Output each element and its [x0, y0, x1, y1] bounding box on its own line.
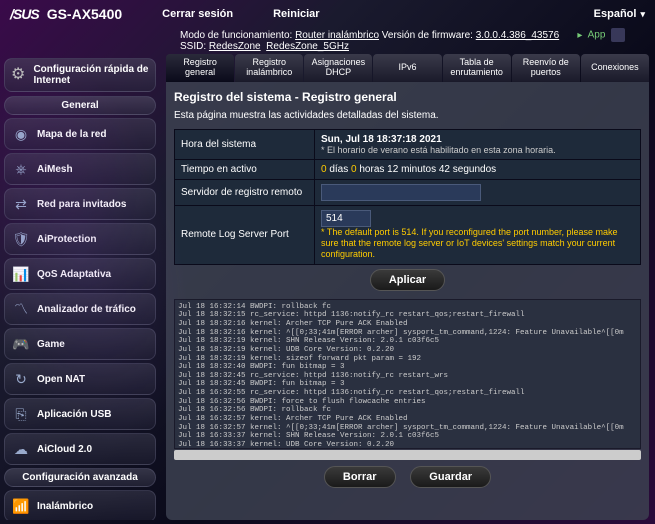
gear-globe-icon: ⚙ [11, 64, 27, 86]
tab-registro-general[interactable]: Registro general [166, 54, 234, 82]
sidebar-item-open-nat[interactable]: ↻ Open NAT [4, 363, 156, 395]
remote-port-note: * The default port is 514. If you reconf… [321, 227, 618, 259]
sidebar-label: AiMesh [37, 164, 73, 175]
fw-link[interactable]: 3.0.0.4.386_43576 [476, 30, 559, 41]
sidebar-label: AiCloud 2.0 [37, 444, 92, 455]
apply-button[interactable]: Aplicar [370, 269, 445, 291]
tab-tabla-de-enrutamiento[interactable]: Tabla de enrutamiento [443, 54, 511, 82]
ssid-label: SSID: [180, 41, 206, 52]
sidebar-icon: 🛡 [11, 229, 31, 249]
sidebar-item-aimesh[interactable]: ⎈ AiMesh [4, 153, 156, 185]
sidebar-label: Red para invitados [37, 199, 126, 210]
sidebar-item-aplicaci-n-usb[interactable]: ⎘ Aplicación USB [4, 398, 156, 430]
uptime-value: 0 días 0 horas 12 minutos 42 segundos [315, 159, 641, 179]
sidebar-icon: ⎈ [11, 159, 31, 179]
uptime-label: Tiempo en activo [175, 159, 315, 179]
tab-asignaciones-dhcp[interactable]: Asignaciones DHCP [304, 54, 372, 82]
ssid2-link[interactable]: RedesZone_5GHz [266, 41, 349, 52]
log-textarea[interactable]: Jul 18 16:32:14 BWDPI: rollback fc Jul 1… [174, 299, 641, 449]
tab-ipv6[interactable]: IPv6 [373, 54, 441, 82]
remote-port-label: Remote Log Server Port [175, 205, 315, 264]
app-icon[interactable] [611, 28, 625, 42]
remote-server-input[interactable] [321, 184, 481, 201]
sidebar-label: Game [37, 339, 65, 350]
sidebar-icon: 📊 [11, 264, 31, 284]
sidebar-icon: ⎘ [11, 404, 31, 424]
panel-title: Registro del sistema - Registro general [174, 90, 641, 104]
sidebar-label: Analizador de tráfico [37, 304, 136, 315]
remote-port-input[interactable] [321, 210, 371, 227]
sidebar-item-inal-mbrico[interactable]: 📶 Inalámbrico [4, 490, 156, 520]
sidebar-label: QoS Adaptativa [37, 269, 111, 280]
sidebar-icon: 📶 [11, 496, 31, 516]
sidebar-item-red-para-invitados[interactable]: ⇄ Red para invitados [4, 188, 156, 220]
model-name: GS-AX5400 [47, 6, 122, 22]
tab-registro-inal-mbrico[interactable]: Registro inalámbrico [235, 54, 303, 82]
scrollbar-horizontal[interactable] [174, 450, 641, 460]
sidebar-label: AiProtection [37, 234, 96, 245]
sidebar-label: Aplicación USB [37, 409, 111, 420]
sidebar-icon: ↻ [11, 369, 31, 389]
sidebar-icon: ⇄ [11, 194, 31, 214]
sidebar-icon: ☁ [11, 439, 31, 459]
tab-reenv-o-de-puertos[interactable]: Reenvío de puertos [512, 54, 580, 82]
ssid1-link[interactable]: RedesZone [209, 41, 261, 52]
tab-conexiones[interactable]: Conexiones [581, 54, 649, 82]
fw-label: Versión de firmware: [382, 30, 473, 41]
sidebar-icon: ◉ [11, 124, 31, 144]
clear-button[interactable]: Borrar [324, 466, 396, 488]
panel-desc: Esta página muestra las actividades deta… [174, 110, 641, 121]
app-link[interactable]: App [588, 30, 606, 41]
brand-logo: /SUS [10, 6, 39, 22]
sidebar-label: Mapa de la red [37, 129, 106, 140]
sidebar-label: Inalámbrico [37, 501, 93, 512]
reboot-button[interactable]: Reiniciar [273, 8, 319, 20]
sidebar-item-mapa-de-la-red[interactable]: ◉ Mapa de la red [4, 118, 156, 150]
sidebar-item-qos-adaptativa[interactable]: 📊 QoS Adaptativa [4, 258, 156, 290]
logout-button[interactable]: Cerrar sesión [162, 8, 233, 20]
system-time-note: * El horario de verano está habilitado e… [321, 145, 634, 155]
mode-label: Modo de funcionamiento: [180, 30, 292, 41]
save-button[interactable]: Guardar [410, 466, 491, 488]
quick-setup[interactable]: ⚙ Configuración rápida de Internet [4, 58, 156, 92]
system-time-label: Hora del sistema [175, 129, 315, 159]
sidebar-item-aiprotection[interactable]: 🛡 AiProtection [4, 223, 156, 255]
sidebar-label: Open NAT [37, 374, 85, 385]
sidebar-item-aicloud-2-0[interactable]: ☁ AiCloud 2.0 [4, 433, 156, 465]
system-time-value: Sun, Jul 18 18:37:18 2021 [321, 134, 634, 145]
sidebar-item-game[interactable]: 🎮 Game [4, 328, 156, 360]
mode-link[interactable]: Router inalámbrico [295, 30, 379, 41]
quick-setup-label: Configuración rápida de Internet [33, 64, 149, 86]
general-header: General [4, 96, 156, 115]
sidebar: ⚙ Configuración rápida de Internet Gener… [0, 54, 160, 520]
sidebar-item-analizador-de-tr-fico[interactable]: 〽 Analizador de tráfico [4, 293, 156, 325]
advanced-header: Configuración avanzada [4, 468, 156, 487]
sidebar-icon: 〽 [11, 299, 31, 319]
remote-server-label: Servidor de registro remoto [175, 179, 315, 205]
sidebar-icon: 🎮 [11, 334, 31, 354]
language-selector[interactable]: Español [594, 8, 645, 20]
